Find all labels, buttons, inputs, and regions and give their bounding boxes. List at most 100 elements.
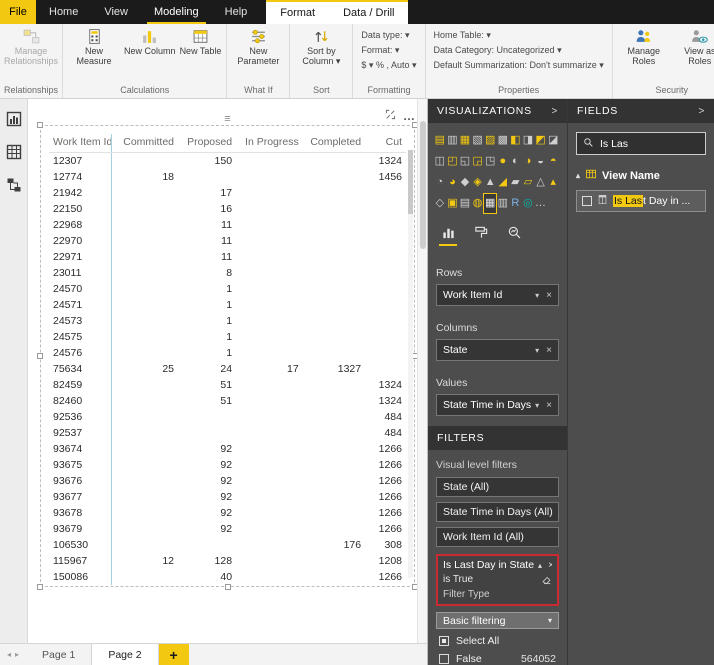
ribbon-control-data-type[interactable]: Data type: ▾ <box>361 30 416 41</box>
table-row[interactable]: 93675 92 1266 <box>49 457 406 473</box>
select-all-option[interactable]: Select All <box>439 635 556 647</box>
filter-option-false[interactable]: False 564052 <box>439 653 556 665</box>
chevron-down-icon[interactable]: ▾ <box>535 346 539 355</box>
table-row[interactable]: 24570 1 <box>49 281 406 297</box>
table-row[interactable]: 22968 11 <box>49 217 406 233</box>
table-row[interactable]: 12774 18 1456 <box>49 169 406 185</box>
filter-mode-select[interactable]: Basic filtering ▾ <box>436 612 559 629</box>
rows-well[interactable]: Work Item Id ▾ × <box>436 284 559 306</box>
table-row[interactable]: 22150 16 <box>49 201 406 217</box>
new-column-button[interactable]: New Column <box>122 27 178 57</box>
table-row[interactable]: 82460 51 1324 <box>49 393 406 409</box>
chevron-down-icon[interactable]: ▾ <box>535 401 539 410</box>
new-page-button[interactable]: + <box>158 644 189 665</box>
page-tab-page-1[interactable]: Page 1 <box>26 644 91 665</box>
visual-type-icon[interactable]: ▴ <box>547 173 559 192</box>
ribbon-control-home-table[interactable]: Home Table: ▾ <box>434 30 604 41</box>
report-view-button[interactable] <box>5 111 23 129</box>
ribbon-control-data-category-uncategorized[interactable]: Data Category: Uncategorized ▾ <box>434 45 604 56</box>
visual-scrollbar[interactable] <box>408 150 413 578</box>
visual-type-icon[interactable]: ▰ <box>510 173 522 192</box>
table-row[interactable]: 24573 1 <box>49 313 406 329</box>
visual-type-icon[interactable]: ▨ <box>484 131 496 150</box>
visual-type-icon[interactable]: ◔ <box>434 173 446 192</box>
table-row[interactable]: 150086 40 1266 <box>49 569 406 585</box>
new-table-button[interactable]: New Table <box>178 27 224 57</box>
tab-analytics[interactable] <box>506 226 522 242</box>
tab-data-drill[interactable]: Data / Drill <box>329 2 408 24</box>
table-row[interactable]: 24575 1 <box>49 329 406 345</box>
table-row[interactable]: 93679 92 1266 <box>49 521 406 537</box>
visual-type-icon[interactable]: ▱ <box>522 173 534 192</box>
column-header-committed[interactable]: Committed <box>110 134 179 153</box>
visual-type-icon[interactable]: ▧ <box>472 131 484 150</box>
table-row[interactable]: 22970 11 <box>49 233 406 249</box>
visual-type-icon[interactable]: ◧ <box>510 131 522 150</box>
column-header-completed[interactable]: Completed <box>302 134 366 153</box>
tab-modeling[interactable]: Modeling <box>141 0 212 24</box>
tab-format[interactable] <box>473 226 489 242</box>
visual-type-icon[interactable]: ◑ <box>522 152 534 171</box>
fields-search-input[interactable]: Is Las <box>576 132 706 155</box>
table-row[interactable]: 82459 51 1324 <box>49 377 406 393</box>
ribbon-control-default-summarization-don-t-summarize[interactable]: Default Summarization: Don't summarize ▾ <box>434 60 604 71</box>
remove-filter-icon[interactable]: × <box>548 559 552 571</box>
filter-chip-state-all[interactable]: State (All) <box>436 477 559 497</box>
visual-type-icon[interactable]: ◢ <box>497 173 509 192</box>
visual-type-icon[interactable]: ▤ <box>459 194 471 213</box>
visual-type-icon[interactable]: ▲ <box>484 173 496 192</box>
remove-field-icon[interactable]: × <box>546 400 552 411</box>
model-view-button[interactable] <box>5 177 23 195</box>
table-row[interactable]: 93674 92 1266 <box>49 441 406 457</box>
field-is-last-day-in-state[interactable]: Is Last Day in ... <box>576 190 706 212</box>
data-view-button[interactable] <box>5 144 23 162</box>
visual-type-icon[interactable]: ◐ <box>510 152 522 171</box>
visual-type-icon[interactable]: ◪ <box>547 131 559 150</box>
column-header-in-progress[interactable]: In Progress <box>236 134 303 153</box>
chevron-down-icon[interactable]: ▾ <box>535 291 539 300</box>
table-visual[interactable]: ≡ … Work Item Id Committed Proposed In Prog… <box>37 109 418 590</box>
visual-type-icon[interactable]: ▤ <box>434 131 446 150</box>
focus-mode-icon[interactable] <box>385 109 396 123</box>
visual-type-icon[interactable]: ▥ <box>497 194 509 213</box>
select-all-checkbox[interactable] <box>439 636 449 646</box>
table-row[interactable]: 92537 484 <box>49 425 406 441</box>
table-row[interactable]: 115967 12 128 1208 <box>49 553 406 569</box>
more-options-icon[interactable]: … <box>403 109 416 123</box>
table-row[interactable]: 93678 92 1266 <box>49 505 406 521</box>
visual-type-icon-selected[interactable]: ▦ <box>483 193 497 214</box>
ribbon-control-auto[interactable]: $ ▾ % , Auto ▾ <box>361 60 416 71</box>
new-measure-button[interactable]: New Measure <box>66 27 122 68</box>
values-well[interactable]: State Time in Days ▾ × <box>436 394 559 416</box>
file-menu-button[interactable]: File <box>0 0 36 24</box>
table-row[interactable]: 92536 484 <box>49 409 406 425</box>
visual-type-icon[interactable]: ◓ <box>547 152 559 171</box>
visual-type-icon[interactable]: ◎ <box>522 194 534 213</box>
visual-type-icon[interactable]: ◕ <box>447 173 459 192</box>
visual-type-icon[interactable]: ◩ <box>535 131 547 150</box>
visual-type-icon[interactable]: ▥ <box>447 131 459 150</box>
visual-type-icon[interactable]: ◆ <box>459 173 471 192</box>
visual-type-icon[interactable]: ◇ <box>434 194 446 213</box>
field-table-view-name[interactable]: ▴ View Name <box>576 168 706 183</box>
visual-type-icon[interactable]: ▩ <box>497 131 509 150</box>
resize-handle[interactable] <box>37 584 43 590</box>
table-row[interactable]: 24571 1 <box>49 297 406 313</box>
resize-handle[interactable] <box>224 584 231 590</box>
visual-type-icon[interactable]: ◍ <box>472 194 484 213</box>
remove-field-icon[interactable]: × <box>546 290 552 301</box>
filter-chip-state-time-in-days-all[interactable]: State Time in Days (All) <box>436 502 559 522</box>
table-row[interactable]: 93677 92 1266 <box>49 489 406 505</box>
visual-type-icon[interactable]: ◈ <box>472 173 484 192</box>
collapse-chevron-icon[interactable]: ▴ <box>576 171 580 180</box>
sort-by-column-button[interactable]: Sort by Column ▾ <box>293 27 349 68</box>
prev-page-icon[interactable]: ◂ <box>7 650 11 659</box>
field-checkbox[interactable] <box>582 196 592 206</box>
visual-type-icon[interactable]: ▦ <box>459 131 471 150</box>
visual-type-icon[interactable]: ▣ <box>447 194 459 213</box>
report-canvas[interactable]: ≡ … Work Item Id Committed Proposed In Prog… <box>28 99 427 643</box>
collapse-filter-icon[interactable]: ▴ <box>534 561 542 570</box>
visual-type-icon[interactable]: R <box>510 194 522 213</box>
tab-view[interactable]: View <box>91 0 141 24</box>
table-row[interactable]: 23011 8 <box>49 265 406 281</box>
